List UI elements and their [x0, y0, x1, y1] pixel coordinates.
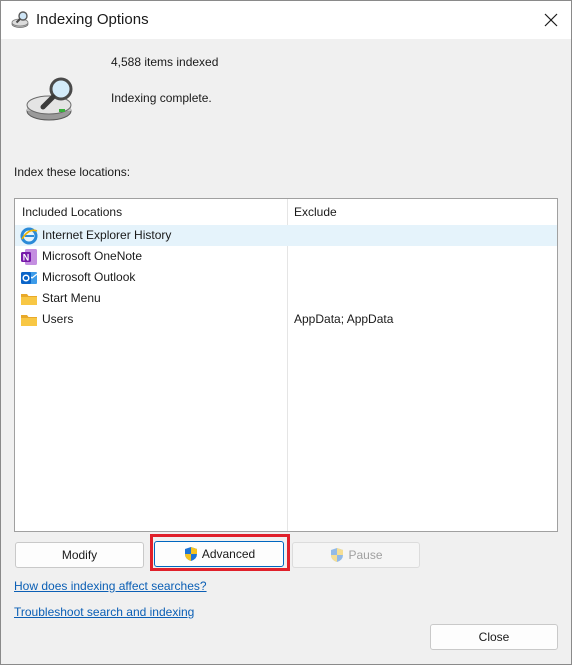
folder-icon — [21, 294, 37, 305]
location-name: Microsoft Outlook — [42, 270, 136, 284]
folder-icon — [21, 315, 37, 326]
indexing-status-icon — [26, 77, 73, 121]
list-item-start-menu[interactable]: Start Menu — [15, 288, 557, 309]
modify-button-label: Modify — [61, 548, 98, 562]
title-bar[interactable]: Indexing Options — [1, 1, 571, 39]
items-indexed-count: 4,588 items indexed — [111, 55, 219, 69]
location-name: Microsoft OneNote — [42, 249, 143, 263]
onenote-icon: N — [21, 249, 37, 265]
indexing-status-text: Indexing complete. — [111, 91, 212, 105]
close-button[interactable]: Close — [430, 624, 558, 650]
list-item-users[interactable]: Users AppData; AppData — [15, 309, 557, 330]
indexing-options-icon — [11, 11, 29, 28]
troubleshoot-search-link[interactable]: Troubleshoot search and indexing — [14, 605, 194, 619]
location-exclude: AppData; AppData — [294, 312, 394, 326]
pause-button-label: Pause — [348, 548, 383, 562]
internet-explorer-icon — [20, 227, 38, 245]
column-header-exclude[interactable]: Exclude — [287, 199, 557, 225]
included-locations-list[interactable]: Included Locations Exclude Internet Expl… — [14, 198, 558, 532]
highlight-annotation — [150, 534, 290, 571]
close-icon — [544, 13, 558, 27]
location-name: Start Menu — [42, 291, 101, 305]
modify-button[interactable]: Modify — [15, 542, 144, 568]
svg-text:N: N — [23, 253, 30, 263]
index-locations-label: Index these locations: — [14, 165, 131, 179]
uac-shield-icon — [331, 548, 344, 562]
window-title: Indexing Options — [36, 11, 149, 28]
indexing-options-window: Indexing Options 4,588 items indexed Ind… — [0, 0, 572, 665]
close-window-button[interactable] — [532, 1, 570, 39]
dialog-content: 4,588 items indexed Indexing complete. I… — [1, 39, 571, 664]
list-item-internet-explorer-history[interactable]: Internet Explorer History — [15, 225, 557, 246]
pause-button[interactable]: Pause — [292, 542, 420, 568]
outlook-icon — [21, 272, 38, 284]
location-name: Internet Explorer History — [42, 228, 172, 242]
list-item-microsoft-outlook[interactable]: Microsoft Outlook — [15, 267, 557, 288]
location-name: Users — [42, 312, 74, 326]
column-header-included[interactable]: Included Locations — [15, 199, 287, 225]
list-item-microsoft-onenote[interactable]: N Microsoft OneNote — [15, 246, 557, 267]
how-indexing-affects-searches-link[interactable]: How does indexing affect searches? — [14, 579, 207, 593]
close-button-label: Close — [478, 630, 510, 644]
